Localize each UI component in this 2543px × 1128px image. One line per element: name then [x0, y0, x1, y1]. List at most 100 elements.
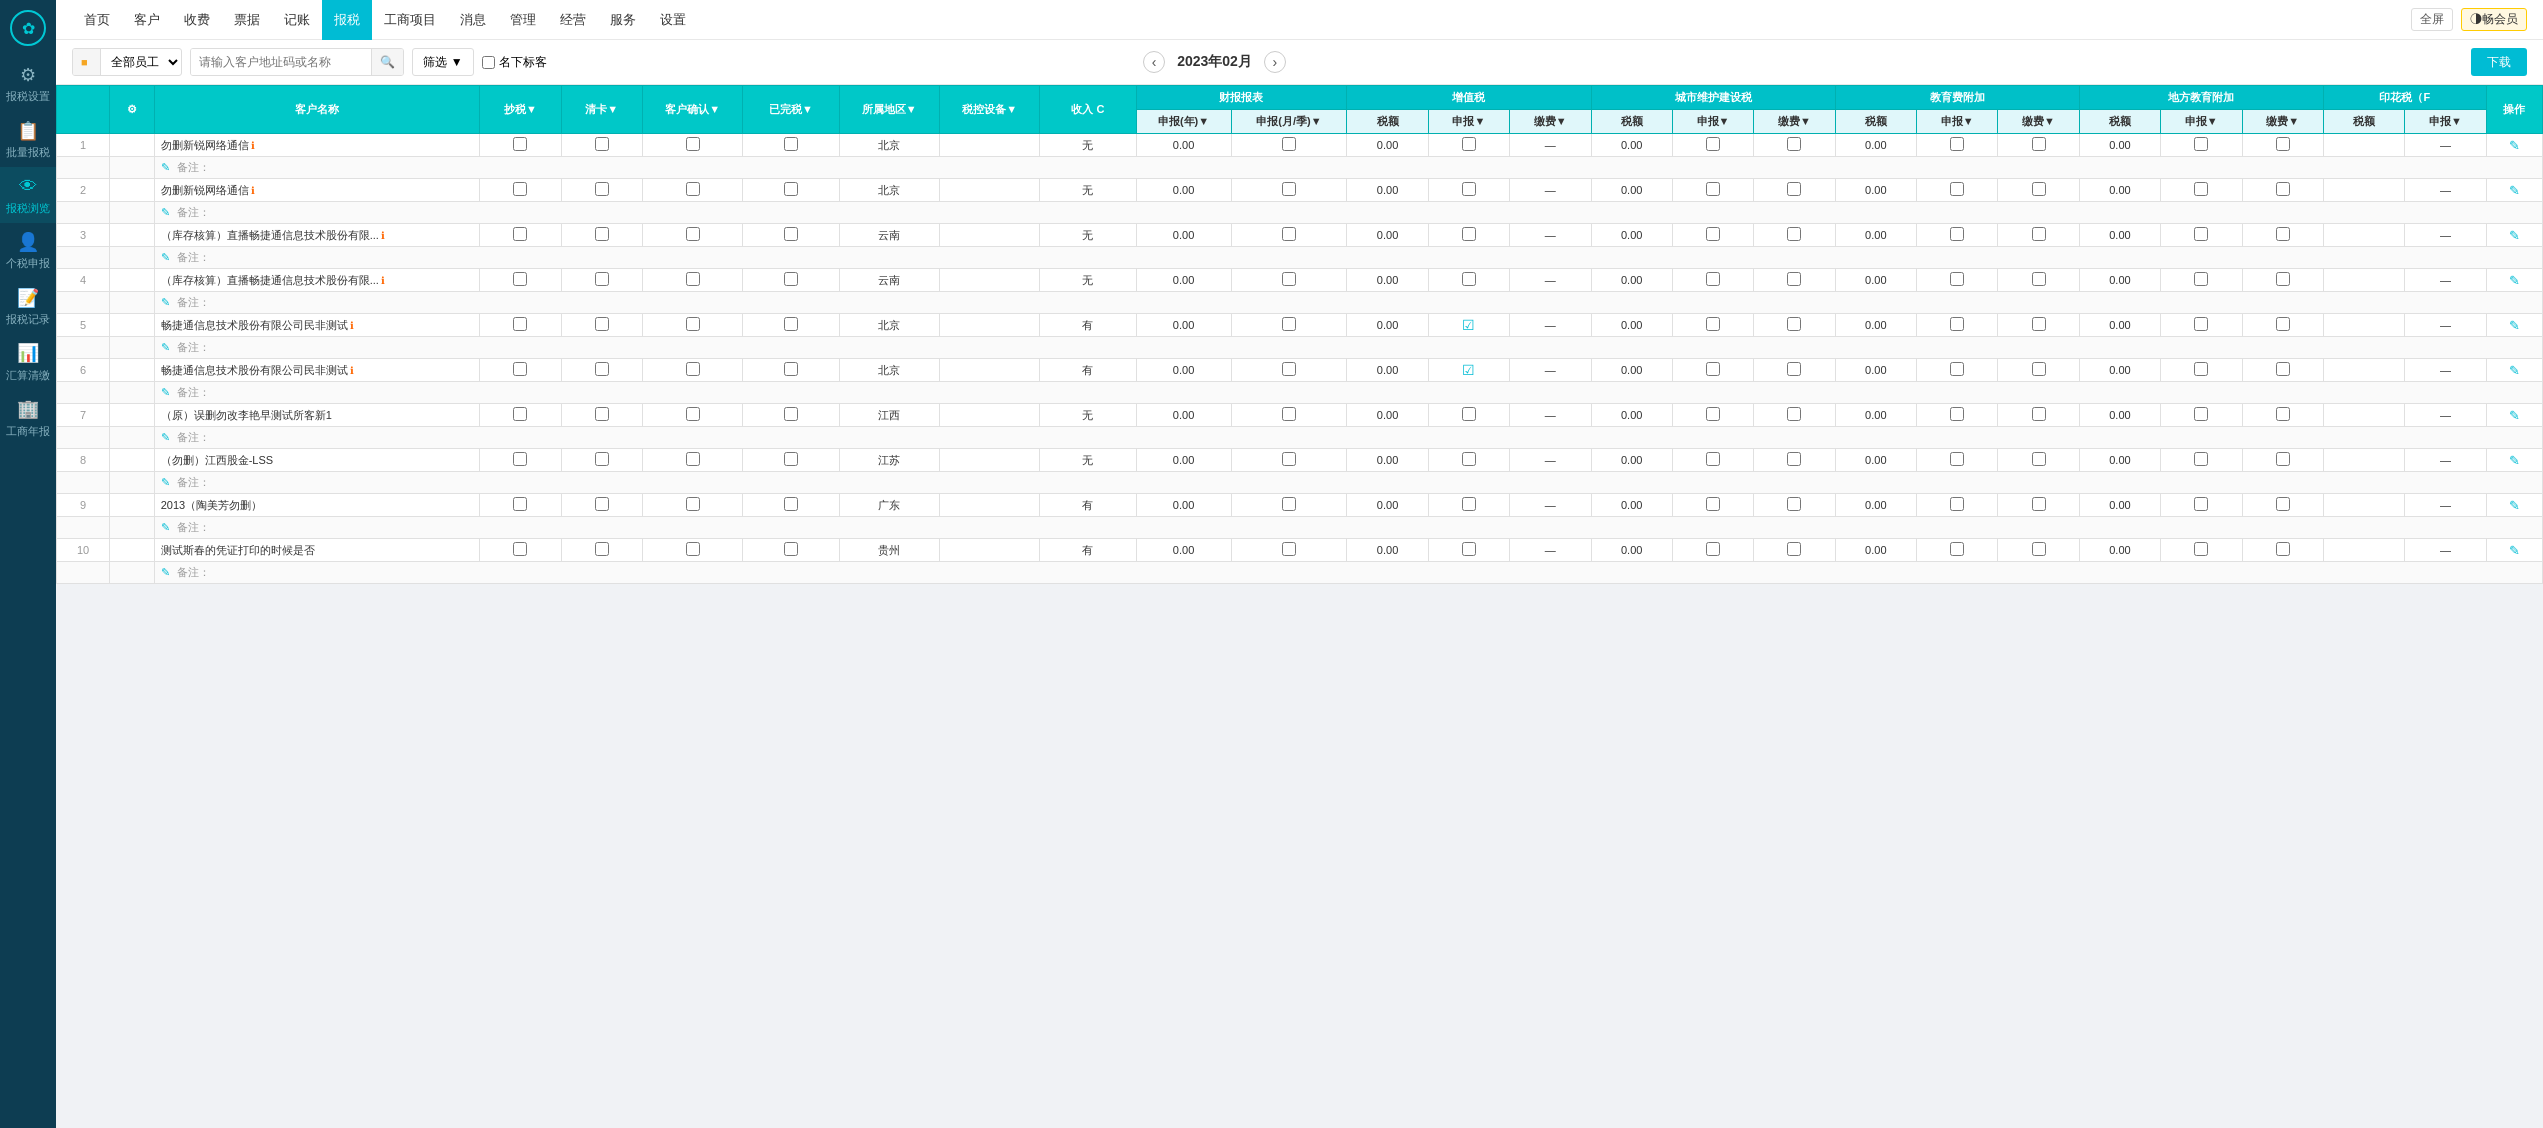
- local-edu-declare-checkbox[interactable]: [2194, 317, 2208, 331]
- tax-copy-checkbox[interactable]: [513, 542, 527, 556]
- edu-fee-checkbox[interactable]: [2032, 272, 2046, 286]
- city-fee-checkbox[interactable]: [1787, 452, 1801, 466]
- city-fee-checkbox[interactable]: [1787, 362, 1801, 376]
- local-edu-declare-checkbox[interactable]: [2194, 497, 2208, 511]
- city-fee-checkbox[interactable]: [1787, 542, 1801, 556]
- city-fee-checkbox[interactable]: [1787, 497, 1801, 511]
- city-fee-checkbox[interactable]: [1787, 272, 1801, 286]
- confirm-checkbox[interactable]: [686, 137, 700, 151]
- vat-declare-checkbox[interactable]: [1462, 272, 1476, 286]
- nav-billing[interactable]: 收费: [172, 0, 222, 40]
- clear-card-checkbox[interactable]: [595, 542, 609, 556]
- nav-customer[interactable]: 客户: [122, 0, 172, 40]
- local-edu-declare-checkbox[interactable]: [2194, 227, 2208, 241]
- declared-checkbox[interactable]: [784, 542, 798, 556]
- nav-messages[interactable]: 消息: [448, 0, 498, 40]
- tax-copy-checkbox[interactable]: [513, 227, 527, 241]
- search-input[interactable]: [191, 49, 371, 75]
- sidebar-item-annual-report[interactable]: 🏢 工商年报: [0, 390, 56, 446]
- city-declare-checkbox[interactable]: [1706, 497, 1720, 511]
- local-edu-declare-checkbox[interactable]: [2194, 182, 2208, 196]
- local-edu-declare-checkbox[interactable]: [2194, 362, 2208, 376]
- city-declare-checkbox[interactable]: [1706, 272, 1720, 286]
- report-year-checkbox[interactable]: [1282, 452, 1296, 466]
- row-edit-button[interactable]: ✎: [2509, 453, 2520, 468]
- nav-business[interactable]: 工商项目: [372, 0, 448, 40]
- tax-copy-checkbox[interactable]: [513, 137, 527, 151]
- report-year-checkbox[interactable]: [1282, 362, 1296, 376]
- edu-declare-checkbox[interactable]: [1950, 137, 1964, 151]
- next-month-button[interactable]: ›: [1264, 51, 1286, 73]
- declared-checkbox[interactable]: [784, 452, 798, 466]
- edu-declare-checkbox[interactable]: [1950, 452, 1964, 466]
- vat-declare-checkbox[interactable]: [1462, 407, 1476, 421]
- local-edu-fee-checkbox[interactable]: [2276, 317, 2290, 331]
- sidebar-item-tax-view[interactable]: 👁 报税浏览: [0, 167, 56, 223]
- row-edit-button[interactable]: ✎: [2509, 273, 2520, 288]
- report-year-checkbox[interactable]: [1282, 542, 1296, 556]
- edu-fee-checkbox[interactable]: [2032, 227, 2046, 241]
- vat-declare-checkbox[interactable]: [1462, 227, 1476, 241]
- vat-declare-checkbox[interactable]: [1462, 542, 1476, 556]
- nav-operations[interactable]: 经营: [548, 0, 598, 40]
- report-year-checkbox[interactable]: [1282, 137, 1296, 151]
- vat-declare-checkbox[interactable]: [1462, 452, 1476, 466]
- nav-service[interactable]: 服务: [598, 0, 648, 40]
- edu-fee-checkbox[interactable]: [2032, 182, 2046, 196]
- city-declare-checkbox[interactable]: [1706, 407, 1720, 421]
- employee-filter-select[interactable]: 全部员工: [101, 49, 181, 75]
- vat-declare-checkbox[interactable]: [1462, 497, 1476, 511]
- edu-declare-checkbox[interactable]: [1950, 182, 1964, 196]
- edu-declare-checkbox[interactable]: [1950, 227, 1964, 241]
- member-button[interactable]: ◑畅会员: [2461, 8, 2527, 31]
- city-fee-checkbox[interactable]: [1787, 227, 1801, 241]
- starred-checkbox[interactable]: [482, 56, 495, 69]
- declared-checkbox[interactable]: [784, 272, 798, 286]
- city-fee-checkbox[interactable]: [1787, 182, 1801, 196]
- row-edit-button[interactable]: ✎: [2509, 183, 2520, 198]
- vat-declare-checkbox[interactable]: [1462, 182, 1476, 196]
- edu-declare-checkbox[interactable]: [1950, 362, 1964, 376]
- city-declare-checkbox[interactable]: [1706, 227, 1720, 241]
- nav-invoice[interactable]: 票据: [222, 0, 272, 40]
- confirm-checkbox[interactable]: [686, 227, 700, 241]
- vat-declare-checkbox[interactable]: [1462, 137, 1476, 151]
- city-declare-checkbox[interactable]: [1706, 182, 1720, 196]
- sidebar-item-batch-tax[interactable]: 📋 批量报税: [0, 112, 56, 168]
- row-edit-button[interactable]: ✎: [2509, 318, 2520, 333]
- declared-checkbox[interactable]: [784, 182, 798, 196]
- declared-checkbox[interactable]: [784, 362, 798, 376]
- confirm-checkbox[interactable]: [686, 542, 700, 556]
- row-edit-button[interactable]: ✎: [2509, 363, 2520, 378]
- confirm-checkbox[interactable]: [686, 452, 700, 466]
- local-edu-fee-checkbox[interactable]: [2276, 272, 2290, 286]
- edu-declare-checkbox[interactable]: [1950, 272, 1964, 286]
- local-edu-fee-checkbox[interactable]: [2276, 542, 2290, 556]
- city-declare-checkbox[interactable]: [1706, 362, 1720, 376]
- sidebar-item-tax-settings[interactable]: ⚙ 报税设置: [0, 56, 56, 112]
- tax-copy-checkbox[interactable]: [513, 317, 527, 331]
- row-edit-button[interactable]: ✎: [2509, 543, 2520, 558]
- tax-copy-checkbox[interactable]: [513, 182, 527, 196]
- row-edit-button[interactable]: ✎: [2509, 228, 2520, 243]
- confirm-checkbox[interactable]: [686, 182, 700, 196]
- edu-declare-checkbox[interactable]: [1950, 407, 1964, 421]
- city-declare-checkbox[interactable]: [1706, 137, 1720, 151]
- clear-card-checkbox[interactable]: [595, 227, 609, 241]
- city-declare-checkbox[interactable]: [1706, 317, 1720, 331]
- confirm-checkbox[interactable]: [686, 317, 700, 331]
- clear-card-checkbox[interactable]: [595, 317, 609, 331]
- declared-checkbox[interactable]: [784, 317, 798, 331]
- local-edu-fee-checkbox[interactable]: [2276, 182, 2290, 196]
- local-edu-fee-checkbox[interactable]: [2276, 452, 2290, 466]
- tax-copy-checkbox[interactable]: [513, 362, 527, 376]
- nav-bookkeeping[interactable]: 记账: [272, 0, 322, 40]
- local-edu-fee-checkbox[interactable]: [2276, 407, 2290, 421]
- edu-declare-checkbox[interactable]: [1950, 317, 1964, 331]
- city-declare-checkbox[interactable]: [1706, 542, 1720, 556]
- clear-card-checkbox[interactable]: [595, 182, 609, 196]
- local-edu-declare-checkbox[interactable]: [2194, 542, 2208, 556]
- sidebar-item-tax-records[interactable]: 📝 报税记录: [0, 279, 56, 335]
- edu-declare-checkbox[interactable]: [1950, 542, 1964, 556]
- city-fee-checkbox[interactable]: [1787, 317, 1801, 331]
